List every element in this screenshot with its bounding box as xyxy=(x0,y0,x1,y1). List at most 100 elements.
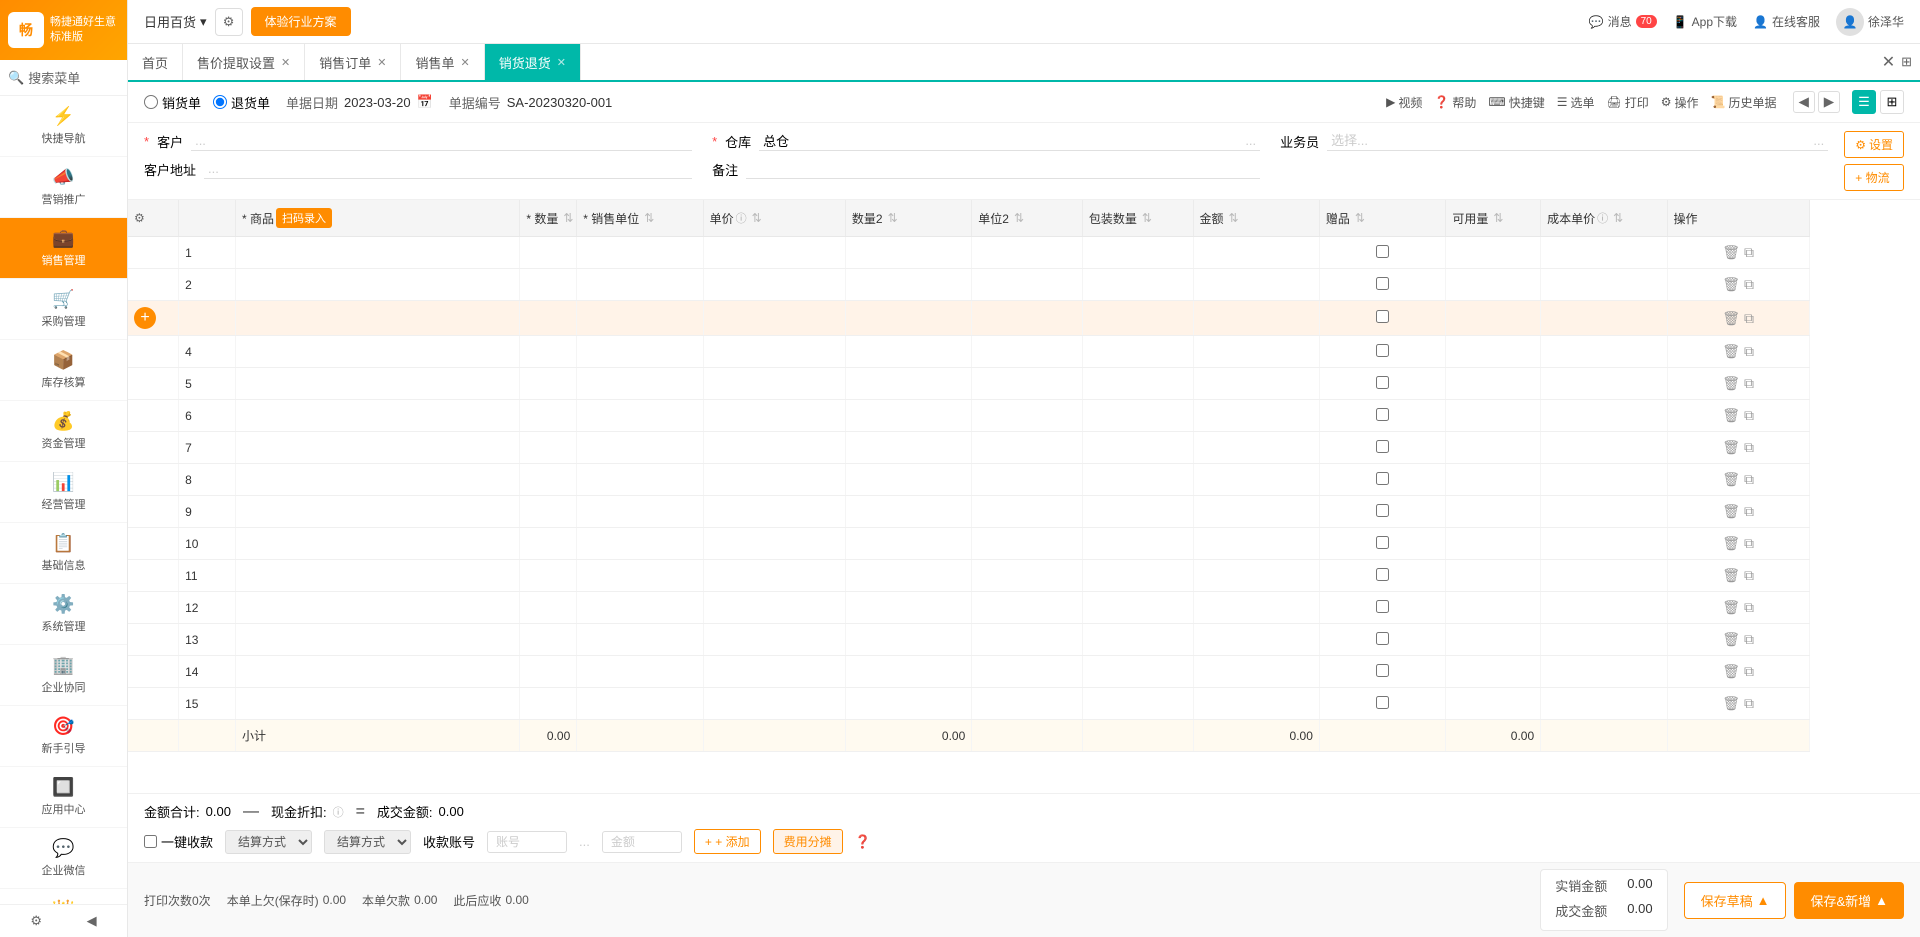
delete-row-btn[interactable]: 🗑 xyxy=(1722,310,1740,327)
tab-price-settings-close[interactable]: ✕ xyxy=(281,56,290,69)
tab-home[interactable]: 首页 xyxy=(128,44,183,80)
cell-gift[interactable] xyxy=(1319,301,1445,336)
cell-unit[interactable] xyxy=(577,269,703,301)
gift-checkbox[interactable] xyxy=(1376,504,1389,517)
salesperson-input[interactable] xyxy=(1331,133,1813,148)
salesperson-input-wrapper[interactable]: ... xyxy=(1327,131,1828,151)
delete-row-btn[interactable]: 🗑 xyxy=(1722,343,1740,360)
cell-gift[interactable] xyxy=(1319,269,1445,301)
delete-row-btn[interactable]: 🗑 xyxy=(1722,535,1740,552)
copy-row-btn[interactable]: ⧉ xyxy=(1744,310,1754,327)
cell-available[interactable] xyxy=(1446,269,1541,301)
sidebar-item-sales[interactable]: 💼 销售管理 xyxy=(0,218,127,279)
cell-price[interactable] xyxy=(703,237,845,269)
sidebar-item-operation[interactable]: 📊 经营管理 xyxy=(0,462,127,523)
cell-unit2[interactable] xyxy=(972,301,1083,336)
delete-row-btn[interactable]: 🗑 xyxy=(1722,439,1740,456)
gift-checkbox[interactable] xyxy=(1376,664,1389,677)
sidebar-item-quick-nav[interactable]: ⚡ 快捷导航 xyxy=(0,96,127,157)
active-product-input[interactable] xyxy=(242,311,513,325)
gift-checkbox[interactable] xyxy=(1376,632,1389,645)
toolbar-video[interactable]: ▶ 视频 xyxy=(1386,94,1422,111)
th-available[interactable]: 可用量 ⇅ xyxy=(1446,200,1541,237)
tab-sales-return-close[interactable]: ✕ xyxy=(557,56,566,69)
sidebar-item-guide[interactable]: 🎯 新手引导 xyxy=(0,706,127,767)
copy-row-btn[interactable]: ⧉ xyxy=(1744,567,1754,584)
app-download-button[interactable]: 📱 App下载 xyxy=(1673,13,1737,30)
breadcrumb[interactable]: 日用百货 ▾ xyxy=(144,12,207,31)
copy-row-btn[interactable]: ⧉ xyxy=(1744,407,1754,424)
copy-row-btn[interactable]: ⧉ xyxy=(1744,439,1754,456)
delete-row-btn[interactable]: 🗑 xyxy=(1722,407,1740,424)
cell-cost[interactable] xyxy=(1541,237,1667,269)
th-unit[interactable]: * 销售单位 ⇅ xyxy=(577,200,703,237)
warehouse-input-wrapper[interactable]: ... xyxy=(759,131,1260,151)
tab-close-all-icon[interactable]: ✕ xyxy=(1882,52,1895,72)
copy-row-btn[interactable]: ⧉ xyxy=(1744,471,1754,488)
sidebar-item-basic[interactable]: 📋 基础信息 xyxy=(0,523,127,584)
cell-unit[interactable] xyxy=(577,301,703,336)
cell-qty2[interactable] xyxy=(845,301,971,336)
next-record-btn[interactable]: ▶ xyxy=(1818,91,1840,113)
calendar-icon[interactable]: 📅 xyxy=(417,94,433,110)
cell-add[interactable]: + xyxy=(128,301,179,336)
product-input[interactable] xyxy=(242,246,513,260)
th-unit2[interactable]: 单位2 ⇅ xyxy=(972,200,1083,237)
address-input[interactable] xyxy=(208,161,688,176)
cell-qty2[interactable] xyxy=(845,269,971,301)
cell-amount[interactable] xyxy=(1193,269,1319,301)
gift-checkbox[interactable] xyxy=(1376,696,1389,709)
cell-price[interactable] xyxy=(703,269,845,301)
gift-checkbox[interactable] xyxy=(1376,408,1389,421)
copy-row-btn[interactable]: ⧉ xyxy=(1744,631,1754,648)
copy-row-btn[interactable]: ⧉ xyxy=(1744,599,1754,616)
cell-product[interactable] xyxy=(235,301,519,336)
radio-return-input[interactable] xyxy=(213,95,227,109)
th-price[interactable]: 单价 ⓘ ⇅ xyxy=(703,200,845,237)
cell-amount[interactable] xyxy=(1193,301,1319,336)
delete-row-btn[interactable]: 🗑 xyxy=(1722,503,1740,520)
th-amount[interactable]: 金额 ⇅ xyxy=(1193,200,1319,237)
scan-input-button[interactable]: 扫码录入 xyxy=(276,208,332,228)
settings-action-button[interactable]: ⚙ 设置 xyxy=(1844,131,1904,158)
th-pack[interactable]: 包装数量 ⇅ xyxy=(1082,200,1193,237)
toolbar-history[interactable]: 📜 历史单据 xyxy=(1711,94,1777,111)
toolbar-print[interactable]: 🖨 打印 xyxy=(1607,94,1649,111)
delete-row-btn[interactable]: 🗑 xyxy=(1722,375,1740,392)
account-input[interactable] xyxy=(487,831,567,853)
sidebar-item-wechat[interactable]: 💬 企业微信 xyxy=(0,828,127,889)
sidebar-item-member[interactable]: 👑 畅会员 xyxy=(0,889,127,904)
add-row-button[interactable]: + xyxy=(134,307,156,329)
cell-available[interactable] xyxy=(1446,237,1541,269)
tab-price-settings[interactable]: 售价提取设置 ✕ xyxy=(183,44,305,80)
one-click-pay-checkbox[interactable]: 一键收款 xyxy=(144,832,213,851)
tab-sales-order-close[interactable]: ✕ xyxy=(377,56,386,69)
radio-delivery-input[interactable] xyxy=(144,95,158,109)
gift-checkbox[interactable] xyxy=(1376,245,1389,258)
experience-button[interactable]: 体验行业方案 xyxy=(251,7,351,36)
th-cost[interactable]: 成本单价 ⓘ ⇅ xyxy=(1541,200,1667,237)
warehouse-input[interactable] xyxy=(763,133,1245,148)
delete-row-btn[interactable]: 🗑 xyxy=(1722,567,1740,584)
sidebar-item-apps[interactable]: 🔲 应用中心 xyxy=(0,767,127,828)
cell-amount[interactable] xyxy=(1193,237,1319,269)
th-qty[interactable]: * 数量 ⇅ xyxy=(520,200,577,237)
feiyi-button[interactable]: 费用分摊 xyxy=(773,829,843,854)
prev-record-btn[interactable]: ◀ xyxy=(1793,91,1815,113)
th-qty2[interactable]: 数量2 ⇅ xyxy=(845,200,971,237)
amount-input[interactable] xyxy=(602,831,682,853)
cell-qty[interactable] xyxy=(520,269,577,301)
copy-row-btn[interactable]: ⧉ xyxy=(1744,375,1754,392)
delete-row-btn[interactable]: 🗑 xyxy=(1722,599,1740,616)
copy-row-btn[interactable]: ⧉ xyxy=(1744,695,1754,712)
cell-qty[interactable] xyxy=(520,301,577,336)
copy-row-btn[interactable]: ⧉ xyxy=(1744,343,1754,360)
settings-bottom-icon[interactable]: ⚙ xyxy=(30,913,42,929)
gift-checkbox[interactable] xyxy=(1376,536,1389,549)
gift-checkbox[interactable] xyxy=(1376,440,1389,453)
radio-return[interactable]: 退货单 xyxy=(213,93,270,112)
cell-gift[interactable] xyxy=(1319,237,1445,269)
delete-row-btn[interactable]: 🗑 xyxy=(1722,631,1740,648)
toolbar-select[interactable]: ☰ 选单 xyxy=(1557,94,1595,111)
cell-unit[interactable] xyxy=(577,237,703,269)
